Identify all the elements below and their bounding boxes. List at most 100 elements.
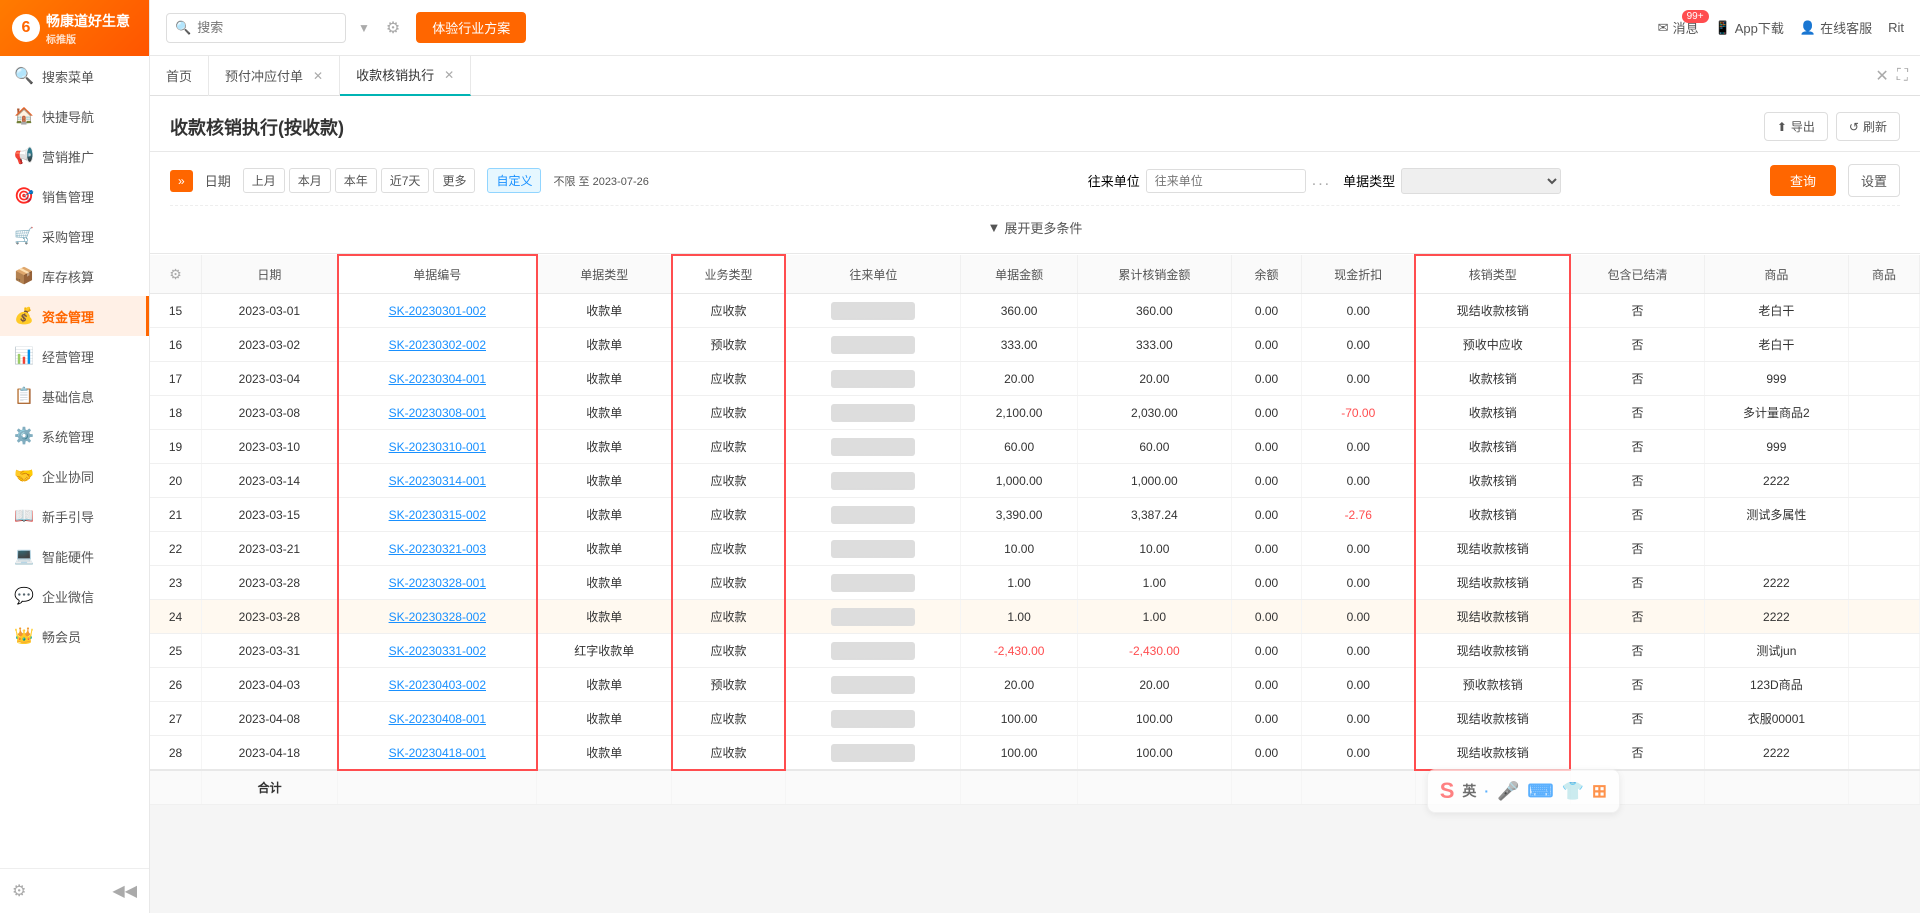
order-link[interactable]: SK-20230308-001 xyxy=(389,406,486,420)
user-name[interactable]: Rit xyxy=(1888,20,1904,35)
cell-r7-c4: 应收款 xyxy=(672,532,786,566)
expand-conditions-button[interactable]: ▼ 展开更多条件 xyxy=(170,214,1900,241)
cell-r5-c2[interactable]: SK-20230314-001 xyxy=(338,464,537,498)
cell-r13-c2[interactable]: SK-20230418-001 xyxy=(338,736,537,771)
sidebar-label-marketing: 营销推广 xyxy=(42,147,94,166)
order-link[interactable]: SK-20230328-002 xyxy=(389,610,486,624)
tab-payable[interactable]: 预付冲应付单✕ xyxy=(209,56,340,96)
cell-r3-c5: ████████ xyxy=(785,396,960,430)
export-button[interactable]: ⬆ 导出 xyxy=(1764,112,1828,141)
unit-filter-input[interactable] xyxy=(1146,169,1306,193)
cell-r6-c8: 0.00 xyxy=(1231,498,1302,532)
sidebar-item-inventory[interactable]: 📦库存核算 xyxy=(0,256,149,296)
cell-r7-c2[interactable]: SK-20230321-003 xyxy=(338,532,537,566)
cell-r3-c2[interactable]: SK-20230308-001 xyxy=(338,396,537,430)
sidebar-item-guide[interactable]: 📖新手引导 xyxy=(0,496,149,536)
cell-r2-c3: 收款单 xyxy=(537,362,672,396)
date-btn-近7天[interactable]: 近7天 xyxy=(381,168,430,193)
date-filter-buttons: 上月本月本年近7天更多 xyxy=(243,168,476,193)
sidebar-item-marketing[interactable]: 📢营销推广 xyxy=(0,136,149,176)
unit-filter-dots[interactable]: ... xyxy=(1312,172,1331,190)
sidebar-item-system[interactable]: ⚙️系统管理 xyxy=(0,416,149,456)
sidebar-item-member[interactable]: 👑畅会员 xyxy=(0,616,149,656)
type-filter-select[interactable] xyxy=(1401,168,1561,194)
col-settings-icon[interactable]: ⚙ xyxy=(169,266,182,282)
sidebar-item-search[interactable]: 🔍搜索菜单 xyxy=(0,56,149,96)
sidebar-item-basic[interactable]: 📋基础信息 xyxy=(0,376,149,416)
cell-r4-c2[interactable]: SK-20230310-001 xyxy=(338,430,537,464)
order-link[interactable]: SK-20230408-001 xyxy=(389,712,486,726)
sidebar-settings-icon[interactable]: ⚙ xyxy=(12,881,26,901)
query-button[interactable]: 查询 xyxy=(1770,165,1836,196)
cell-r8-c2[interactable]: SK-20230328-001 xyxy=(338,566,537,600)
app-download-button[interactable]: 📱 App下载 xyxy=(1715,18,1784,37)
cell-r12-c5: ████████ xyxy=(785,702,960,736)
table-row: 222023-03-21SK-20230321-003收款单应收款███████… xyxy=(150,532,1920,566)
cell-r13-c11: 否 xyxy=(1570,736,1704,771)
table-row: 152023-03-01SK-20230301-002收款单应收款███████… xyxy=(150,294,1920,328)
cell-r0-c2[interactable]: SK-20230301-002 xyxy=(338,294,537,328)
order-link[interactable]: SK-20230315-002 xyxy=(389,508,486,522)
sidebar-collapse-icon[interactable]: ◀◀ xyxy=(112,881,137,901)
custom-date-button[interactable]: 自定义 xyxy=(487,168,541,193)
cell-r6-c5: ████████ xyxy=(785,498,960,532)
cell-r9-c2[interactable]: SK-20230328-002 xyxy=(338,600,537,634)
order-link[interactable]: SK-20230418-001 xyxy=(389,746,486,760)
col-header-8: 余额 xyxy=(1231,255,1302,294)
order-link[interactable]: SK-20230310-001 xyxy=(389,440,486,454)
tabbar: 首页预付冲应付单✕收款核销执行✕✕⛶ xyxy=(150,56,1920,96)
cell-r1-c2[interactable]: SK-20230302-002 xyxy=(338,328,537,362)
exp-industry-button[interactable]: 体验行业方案 xyxy=(416,12,526,43)
search-input[interactable] xyxy=(197,20,317,35)
col-header-4: 业务类型 xyxy=(672,255,786,294)
setting-button[interactable]: 设置 xyxy=(1848,164,1900,197)
sidebar-item-hardware[interactable]: 💻智能硬件 xyxy=(0,536,149,576)
sidebar-item-finance[interactable]: 💰资金管理 xyxy=(0,296,149,336)
date-btn-上月[interactable]: 上月 xyxy=(243,168,285,193)
tab-close-collection[interactable]: ✕ xyxy=(444,68,454,82)
order-link[interactable]: SK-20230304-001 xyxy=(389,372,486,386)
order-link[interactable]: SK-20230328-001 xyxy=(389,576,486,590)
tab-home[interactable]: 首页 xyxy=(150,56,209,96)
tab-fullscreen-icon[interactable]: ⛶ xyxy=(1897,67,1908,85)
refresh-icon: ↺ xyxy=(1849,120,1859,134)
sidebar-item-operation[interactable]: 📊经营管理 xyxy=(0,336,149,376)
sidebar-item-sales[interactable]: 🎯销售管理 xyxy=(0,176,149,216)
order-link[interactable]: SK-20230321-003 xyxy=(389,542,486,556)
online-service-button[interactable]: 👤 在线客服 xyxy=(1800,18,1872,37)
order-link[interactable]: SK-20230302-002 xyxy=(389,338,486,352)
cell-r0-c11: 否 xyxy=(1570,294,1704,328)
cell-r11-c2[interactable]: SK-20230403-002 xyxy=(338,668,537,702)
sidebar-label-guide: 新手引导 xyxy=(42,507,94,526)
cell-r12-c1: 2023-04-08 xyxy=(202,702,338,736)
sidebar-icon-sales: 🎯 xyxy=(14,186,34,206)
order-link[interactable]: SK-20230301-002 xyxy=(389,304,486,318)
sidebar-item-quick[interactable]: 🏠快捷导航 xyxy=(0,96,149,136)
order-link[interactable]: SK-20230403-002 xyxy=(389,678,486,692)
cell-r10-c2[interactable]: SK-20230331-002 xyxy=(338,634,537,668)
sidebar-item-enterprise[interactable]: 🤝企业协同 xyxy=(0,456,149,496)
message-button[interactable]: ✉ 消息 99+ xyxy=(1658,18,1699,37)
search-icon: 🔍 xyxy=(175,20,191,36)
order-link[interactable]: SK-20230331-002 xyxy=(389,644,486,658)
order-link[interactable]: SK-20230314-001 xyxy=(389,474,486,488)
dropdown-arrow-icon[interactable]: ▼ xyxy=(358,21,370,35)
date-btn-更多[interactable]: 更多 xyxy=(433,168,475,193)
cell-r9-c8: 0.00 xyxy=(1231,600,1302,634)
cell-r10-c8: 0.00 xyxy=(1231,634,1302,668)
date-btn-本月[interactable]: 本月 xyxy=(289,168,331,193)
cell-r12-c2[interactable]: SK-20230408-001 xyxy=(338,702,537,736)
sidebar-item-purchase[interactable]: 🛒采购管理 xyxy=(0,216,149,256)
tab-close-payable[interactable]: ✕ xyxy=(313,69,323,83)
tab-collection[interactable]: 收款核销执行✕ xyxy=(340,56,471,96)
refresh-button[interactable]: ↺ 刷新 xyxy=(1836,112,1900,141)
sidebar-icon-basic: 📋 xyxy=(14,386,34,406)
tab-close-all-icon[interactable]: ✕ xyxy=(1875,66,1888,86)
sidebar-item-wechat[interactable]: 💬企业微信 xyxy=(0,576,149,616)
date-btn-本年[interactable]: 本年 xyxy=(335,168,377,193)
cell-r2-c2[interactable]: SK-20230304-001 xyxy=(338,362,537,396)
cell-r6-c2[interactable]: SK-20230315-002 xyxy=(338,498,537,532)
cell-r12-c10: 现结收款核销 xyxy=(1415,702,1570,736)
filter-toggle-button[interactable]: » xyxy=(170,170,193,192)
gear-icon[interactable]: ⚙ xyxy=(382,14,404,42)
